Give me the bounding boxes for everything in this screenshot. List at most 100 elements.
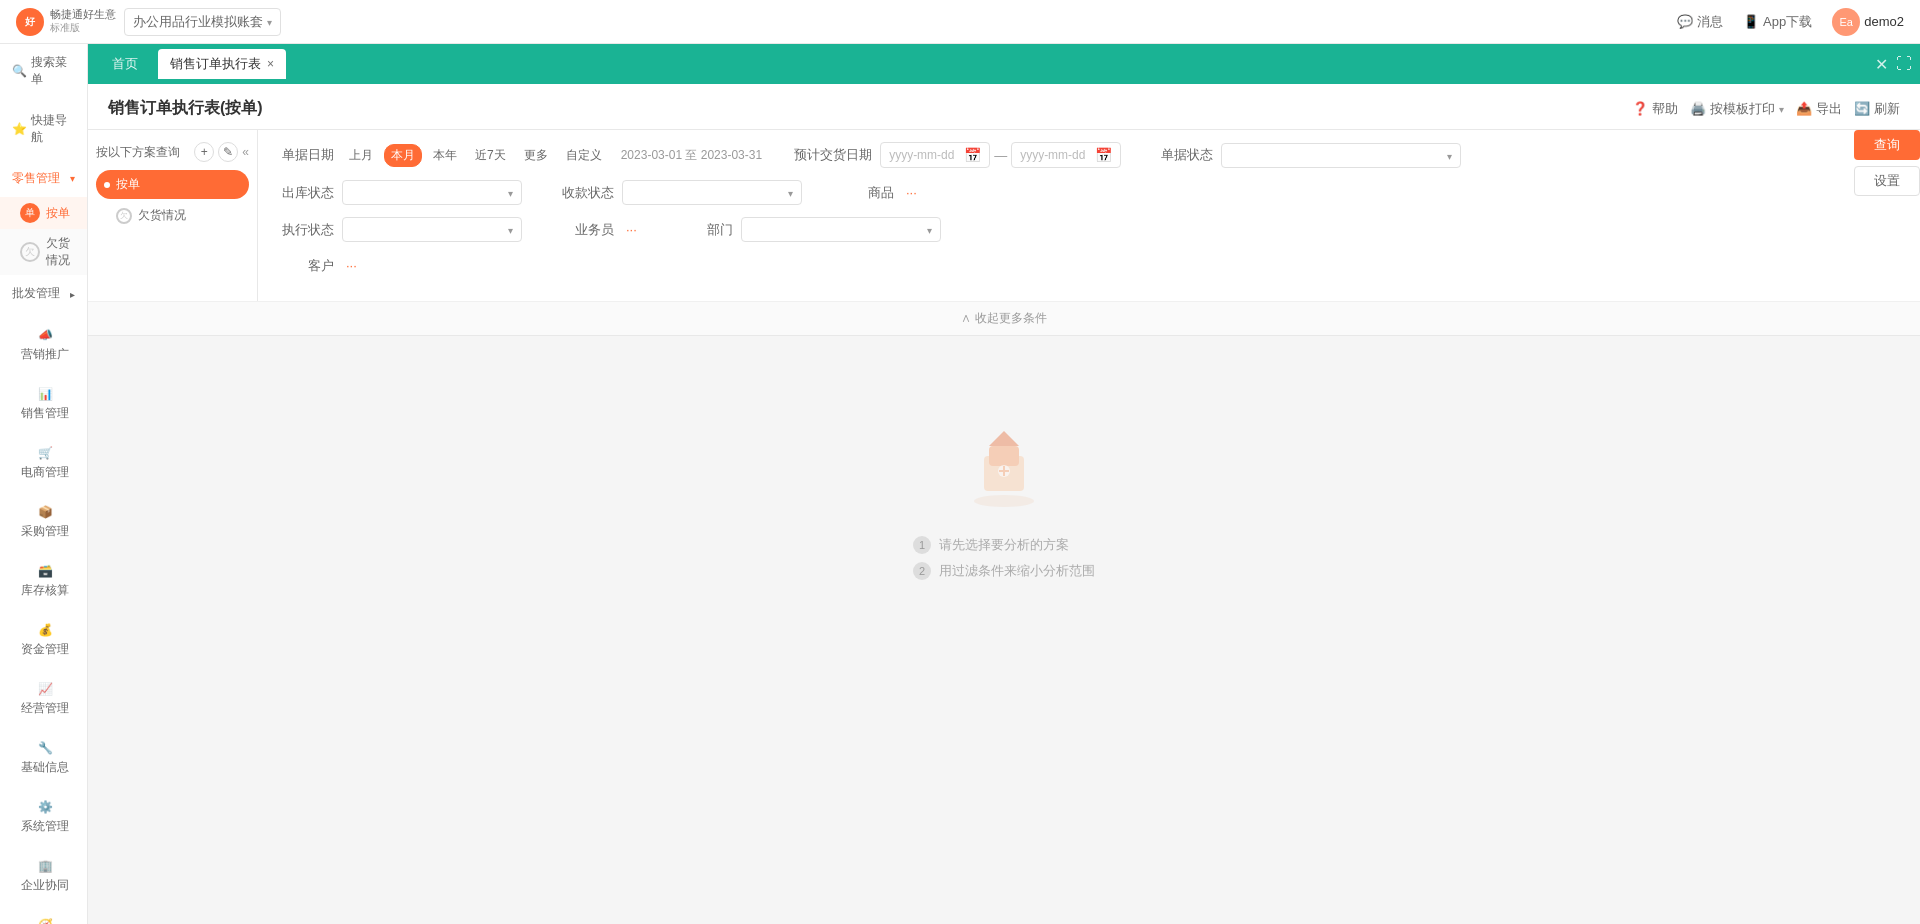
sidebar-item-marketing[interactable]: 📣 营销推广: [0, 316, 87, 375]
main-content: 首页 销售订单执行表 × ✕ ⛶ 销售订单执行表(按单) ❓ 帮助: [88, 44, 1920, 924]
status-select[interactable]: [1221, 143, 1461, 168]
calendar-start-icon: 📅: [964, 147, 981, 163]
tab-close-icon[interactable]: ×: [267, 57, 274, 71]
query-btn[interactable]: 查询: [1854, 130, 1920, 160]
operations-label: 经营管理: [21, 700, 69, 717]
sidebar-item-operations[interactable]: 📈 经营管理: [0, 670, 87, 729]
print-label: 按模板打印: [1710, 100, 1775, 118]
sidebar-item-inventory[interactable]: 🗃️ 库存核算: [0, 552, 87, 611]
payment-chevron: [788, 185, 793, 200]
refresh-icon: 🔄: [1854, 101, 1870, 116]
tab-sales-order[interactable]: 销售订单执行表 ×: [158, 49, 286, 79]
date-btn-more[interactable]: 更多: [517, 144, 555, 167]
warehouse-select[interactable]: [342, 180, 522, 205]
date-btn-this-month[interactable]: 本月: [384, 144, 422, 167]
filter-row-3: 执行状态 业务员 ··· 部门: [274, 217, 1904, 242]
sidebar-expand-wholesale[interactable]: 批发管理: [0, 275, 87, 312]
payment-select[interactable]: [622, 180, 802, 205]
sidebar-item-enterprise[interactable]: 🏢 企业协同: [0, 847, 87, 906]
logo-icon: 好: [16, 8, 44, 36]
active-tab-label: 销售订单执行表: [170, 55, 261, 73]
app-download-action[interactable]: 📱 App下载: [1743, 13, 1812, 31]
message-label: 消息: [1697, 13, 1723, 31]
system-icon: ⚙️: [38, 800, 53, 814]
sidebar-item-basic[interactable]: 🔧 基础信息: [0, 729, 87, 788]
scheme-active-dot: [104, 182, 110, 188]
tab-minimize-icon[interactable]: ✕: [1875, 55, 1888, 74]
print-btn[interactable]: 🖨️ 按模板打印: [1690, 100, 1784, 118]
date-btn-custom[interactable]: 自定义: [559, 144, 609, 167]
date-end-input[interactable]: yyyy-mm-dd 📅: [1011, 142, 1121, 168]
sidebar-item-guide[interactable]: 🧭 新手引导: [0, 906, 87, 924]
page-title: 销售订单执行表(按单): [108, 98, 263, 119]
finance-icon: 💰: [38, 623, 53, 637]
scheme-header-label: 按以下方案查询: [96, 144, 180, 161]
enterprise-icon: 🏢: [38, 859, 53, 873]
date-btn-7days[interactable]: 近7天: [468, 144, 513, 167]
inventory-icon: 🗃️: [38, 564, 53, 578]
print-dropdown-icon: [1779, 101, 1784, 116]
help-btn[interactable]: ❓ 帮助: [1632, 100, 1678, 118]
collapse-arrow-icon: ∧: [961, 311, 974, 325]
sidebar-item-system[interactable]: ⚙️ 系统管理: [0, 788, 87, 847]
exec-select[interactable]: [342, 217, 522, 242]
dept-select[interactable]: [741, 217, 941, 242]
scheme-item-cashier[interactable]: 按单: [96, 170, 249, 199]
payment-group: 收款状态: [554, 180, 802, 205]
salesperson-more-btn[interactable]: ···: [622, 218, 641, 241]
cashier-dot: 单: [20, 203, 40, 223]
warehouse-chevron: [508, 185, 513, 200]
status-chevron: [1447, 148, 1452, 163]
customer-more-btn[interactable]: ···: [342, 254, 361, 277]
sidebar-submenu-item-cashier[interactable]: 单 按单: [0, 197, 87, 229]
sidebar-submenu-item-owe[interactable]: 欠 欠货情况: [0, 229, 87, 275]
scheme-item-owe[interactable]: 欠 欠货情况: [96, 201, 249, 230]
collapse-scheme-btn[interactable]: «: [242, 145, 249, 159]
username: demo2: [1864, 14, 1904, 29]
tab-maximize-icon[interactable]: ⛶: [1896, 55, 1912, 74]
message-icon: 💬: [1677, 14, 1693, 29]
sidebar-item-purchase[interactable]: 📦 采购管理: [0, 493, 87, 552]
scheme-header: 按以下方案查询 + ✎ «: [96, 142, 249, 162]
quick-nav-label: 快捷导航: [31, 112, 75, 146]
date-quick-btns: 上月 本月 本年 近7天 更多 自定义: [342, 144, 609, 167]
page-container: 销售订单执行表(按单) ❓ 帮助 🖨️ 按模板打印 📤 导出: [88, 84, 1920, 924]
collapse-more-bar[interactable]: ∧ 收起更多条件: [88, 301, 1920, 335]
sidebar-item-ecommerce[interactable]: 🛒 电商管理: [0, 434, 87, 493]
page-header: 销售订单执行表(按单) ❓ 帮助 🖨️ 按模板打印 📤 导出: [88, 84, 1920, 130]
date-btn-last-month[interactable]: 上月: [342, 144, 380, 167]
date-start-input[interactable]: yyyy-mm-dd 📅: [880, 142, 990, 168]
date-label: 单据日期: [274, 146, 334, 164]
export-btn[interactable]: 📤 导出: [1796, 100, 1842, 118]
sidebar-item-wholesale: 批发管理: [0, 275, 87, 312]
expected-date-label: 预计交货日期: [794, 146, 872, 164]
tab-home[interactable]: 首页: [96, 49, 154, 79]
scheme-actions: + ✎ «: [194, 142, 249, 162]
message-action[interactable]: 💬 消息: [1677, 13, 1723, 31]
sidebar-search-menu[interactable]: 🔍 搜索菜单: [0, 44, 87, 98]
refresh-btn[interactable]: 🔄 刷新: [1854, 100, 1900, 118]
dept-chevron: [927, 222, 932, 237]
product-more-btn[interactable]: ···: [902, 181, 1102, 204]
sidebar-expand-retail[interactable]: 零售管理 ▾: [0, 160, 87, 197]
sidebar-item-sales[interactable]: 📊 销售管理: [0, 375, 87, 434]
user-area[interactable]: Ea demo2: [1832, 8, 1904, 36]
settings-btn[interactable]: 设置: [1854, 166, 1920, 196]
date-btn-this-year[interactable]: 本年: [426, 144, 464, 167]
basic-label: 基础信息: [21, 759, 69, 776]
sidebar-item-finance[interactable]: 💰 资金管理: [0, 611, 87, 670]
purchase-label: 采购管理: [21, 523, 69, 540]
industry-select[interactable]: 办公用品行业模拟账套: [124, 8, 281, 36]
guide-icon: 🧭: [38, 918, 53, 924]
app-layout: 🔍 搜索菜单 ⭐ 快捷导航 零售管理 ▾ 单 按单 欠 欠货情况: [0, 44, 1920, 924]
salesperson-label: 业务员: [554, 221, 614, 239]
add-scheme-btn[interactable]: +: [194, 142, 214, 162]
edit-scheme-btn[interactable]: ✎: [218, 142, 238, 162]
logo-text-area: 畅捷通好生意 标准版: [50, 8, 116, 35]
scheme-name: 按单: [116, 176, 140, 193]
marketing-label: 营销推广: [21, 346, 69, 363]
retail-arrow: ▾: [70, 173, 75, 184]
sidebar-quick-nav[interactable]: ⭐ 快捷导航: [0, 102, 87, 156]
tip-num-1: 1: [913, 536, 931, 554]
date-range-picker: yyyy-mm-dd 📅 — yyyy-mm-dd 📅: [880, 142, 1121, 168]
